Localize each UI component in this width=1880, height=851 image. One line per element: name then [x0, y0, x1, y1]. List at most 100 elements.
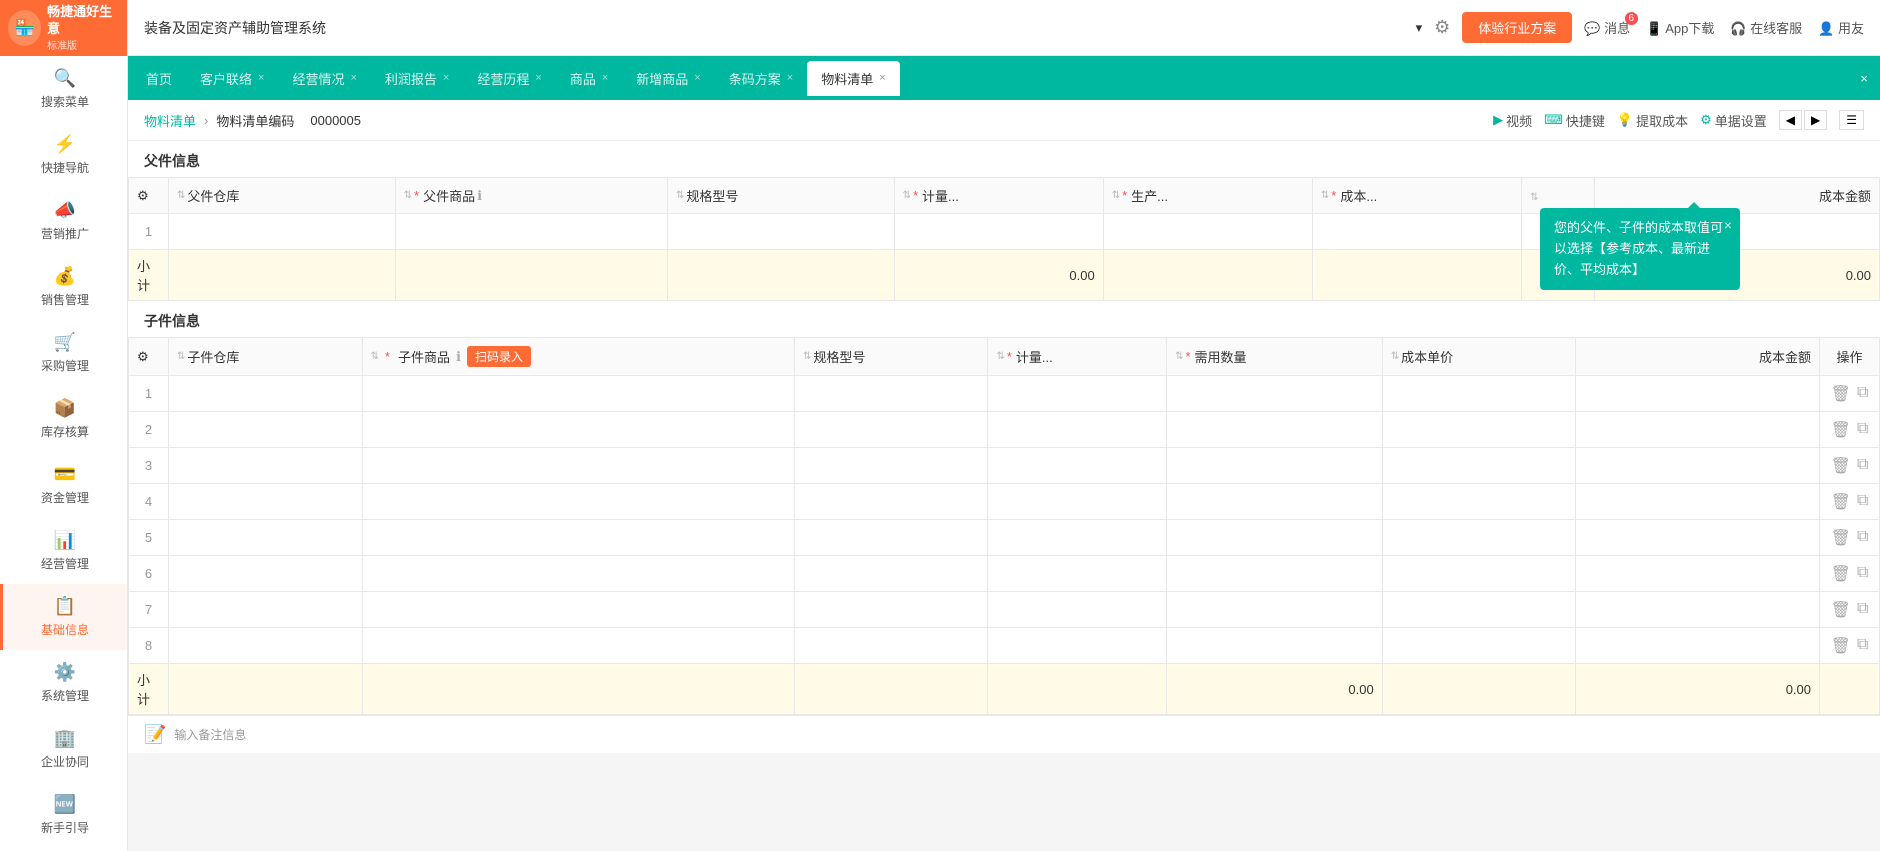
tab-bom[interactable]: 物料清单 ×: [807, 61, 899, 96]
close-icon[interactable]: ×: [350, 72, 356, 84]
sidebar-item-operations[interactable]: 📊 经营管理: [0, 518, 127, 584]
next-arrow[interactable]: ▶: [1804, 110, 1827, 130]
list-view-btn[interactable]: ☰: [1839, 110, 1864, 130]
child-spec-1[interactable]: [794, 376, 988, 412]
gear-icon: ⚙️: [54, 662, 76, 683]
sidebar-item-purchase[interactable]: 🛒 采购管理: [0, 320, 127, 386]
copy-icon[interactable]: ⧉: [1857, 636, 1868, 656]
sidebar-item-inventory[interactable]: 📦 库存核算: [0, 386, 127, 452]
system-title: 装备及固定资产辅助管理系统: [144, 18, 1404, 38]
scan-input-btn[interactable]: 扫码录入: [467, 346, 531, 367]
tab-home[interactable]: 首页: [132, 61, 186, 96]
shortcut-btn[interactable]: ⌨ 快捷键: [1544, 111, 1605, 130]
row-num: 1: [129, 214, 169, 250]
child-unit-price-1[interactable]: [1382, 376, 1576, 412]
child-product-1[interactable]: [362, 376, 794, 412]
close-icon[interactable]: ×: [258, 72, 264, 84]
sidebar-item-enterprise[interactable]: 🏢 企业协同: [0, 716, 127, 782]
delete-icon[interactable]: 🗑: [1831, 528, 1851, 548]
sidebar-item-system[interactable]: ⚙️ 系统管理: [0, 650, 127, 716]
download-icon: 📱: [1646, 21, 1662, 36]
delete-icon[interactable]: 🗑: [1831, 564, 1851, 584]
delete-icon[interactable]: 🗑: [1831, 492, 1851, 512]
delete-icon[interactable]: 🗑: [1831, 456, 1851, 476]
child-warehouse-1[interactable]: [169, 376, 363, 412]
tooltip-close-btn[interactable]: ×: [1724, 214, 1732, 236]
copy-icon[interactable]: ⧉: [1857, 600, 1868, 620]
close-icon[interactable]: ×: [787, 72, 793, 84]
settings-gear-icon[interactable]: ⚙: [1434, 17, 1450, 38]
delete-icon[interactable]: 🗑: [1831, 420, 1851, 440]
online-service[interactable]: 🎧 在线客服: [1730, 18, 1802, 37]
view-video-btn[interactable]: ▶ 视频: [1493, 111, 1532, 130]
sidebar-item-finance[interactable]: 💳 资金管理: [0, 452, 127, 518]
parent-unit-cell[interactable]: [894, 214, 1103, 250]
sidebar-item-label: 销售管理: [41, 291, 89, 308]
child-col-unit: ⇅ *计量...: [988, 338, 1167, 376]
sidebar-item-label: 采购管理: [41, 357, 89, 374]
copy-icon[interactable]: ⧉: [1857, 564, 1868, 584]
parent-production-cell[interactable]: [1103, 214, 1312, 250]
parent-spec-cell[interactable]: [667, 214, 894, 250]
table-row: 2 🗑⧉: [129, 412, 1880, 448]
system-title-dropdown[interactable]: ▾: [1416, 20, 1423, 36]
child-col-product: ⇅ *子件商品 ℹ 扫码录入: [362, 338, 794, 376]
logo-area: 🏪 畅捷通好生意 标准版: [0, 0, 127, 56]
delete-icon[interactable]: 🗑: [1831, 384, 1851, 404]
copy-icon[interactable]: ⧉: [1857, 384, 1868, 404]
sidebar-item-label: 营销推广: [41, 225, 89, 242]
copy-icon[interactable]: ⧉: [1857, 456, 1868, 476]
child-col-warehouse: ⇅子件仓库: [169, 338, 363, 376]
parent-cost-cell[interactable]: [1312, 214, 1521, 250]
sidebar-item-guide[interactable]: 🆕 新手引导: [0, 782, 127, 848]
sidebar-item-sales[interactable]: 💰 销售管理: [0, 254, 127, 320]
parent-product-cell[interactable]: [395, 214, 667, 250]
close-icon[interactable]: ×: [602, 72, 608, 84]
breadcrumb-parent[interactable]: 物料清单: [144, 111, 196, 130]
tab-barcode[interactable]: 条码方案 ×: [715, 61, 807, 96]
copy-icon[interactable]: ⧉: [1857, 420, 1868, 440]
copy-icon[interactable]: ⧉: [1857, 492, 1868, 512]
child-quantity-1[interactable]: [1167, 376, 1383, 412]
single-settings-btn[interactable]: ⚙ 单据设置: [1700, 111, 1767, 130]
tab-history[interactable]: 经营历程 ×: [463, 61, 555, 96]
sidebar-item-quick-nav[interactable]: ⚡ 快捷导航: [0, 122, 127, 188]
child-unit-1[interactable]: [988, 376, 1167, 412]
prev-arrow[interactable]: ◀: [1779, 110, 1802, 130]
sidebar-item-basic[interactable]: 📋 基础信息: [0, 584, 127, 650]
parent-col-production: ⇅ *生产...: [1103, 178, 1312, 214]
trial-btn[interactable]: 体验行业方案: [1462, 12, 1572, 43]
close-all-tabs[interactable]: ×: [1852, 71, 1876, 86]
sidebar-item-label: 系统管理: [41, 687, 89, 704]
info-icon: ℹ: [456, 349, 461, 365]
delete-icon[interactable]: 🗑: [1831, 636, 1851, 656]
close-icon[interactable]: ×: [535, 72, 541, 84]
user-menu[interactable]: 👤 用友: [1818, 18, 1864, 37]
close-icon[interactable]: ×: [879, 72, 885, 84]
extract-cost-btn[interactable]: 💡 提取成本: [1617, 111, 1688, 130]
tab-new-product[interactable]: 新增商品 ×: [622, 61, 714, 96]
chart-icon: 📊: [54, 530, 76, 551]
parent-col-settings[interactable]: ⚙: [129, 178, 169, 214]
child-col-settings[interactable]: ⚙: [129, 338, 169, 376]
cart-icon: 🛒: [54, 332, 76, 353]
sidebar-item-marketing[interactable]: 📣 营销推广: [0, 188, 127, 254]
close-icon[interactable]: ×: [694, 72, 700, 84]
tab-customer[interactable]: 客户联络 ×: [186, 61, 278, 96]
topbar-right: 💬 6 消息 📱 App下载 🎧 在线客服 👤 用友: [1584, 18, 1864, 37]
tab-products[interactable]: 商品 ×: [556, 61, 622, 96]
copy-icon[interactable]: ⧉: [1857, 528, 1868, 548]
app-download[interactable]: 📱 App下载: [1646, 18, 1714, 37]
tab-profit[interactable]: 利润报告 ×: [371, 61, 463, 96]
delete-icon[interactable]: 🗑: [1831, 600, 1851, 620]
tab-operations[interactable]: 经营情况 ×: [278, 61, 370, 96]
message-badge[interactable]: 💬 6 消息: [1584, 18, 1630, 37]
sidebar-item-search[interactable]: 🔍 搜索菜单: [0, 56, 127, 122]
child-table-wrap: ⚙ ⇅子件仓库 ⇅ *子件商品 ℹ: [128, 337, 1880, 715]
tooltip-text: 您的父件、子件的成本取值可以选择【参考成本、最新进价、平均成本】: [1554, 220, 1723, 277]
bottom-hint[interactable]: 输入备注信息: [174, 726, 246, 743]
child-col-spec: ⇅规格型号: [794, 338, 988, 376]
parent-subtotal-unit: 0.00: [894, 250, 1103, 301]
parent-warehouse-cell[interactable]: [169, 214, 396, 250]
close-icon[interactable]: ×: [443, 72, 449, 84]
